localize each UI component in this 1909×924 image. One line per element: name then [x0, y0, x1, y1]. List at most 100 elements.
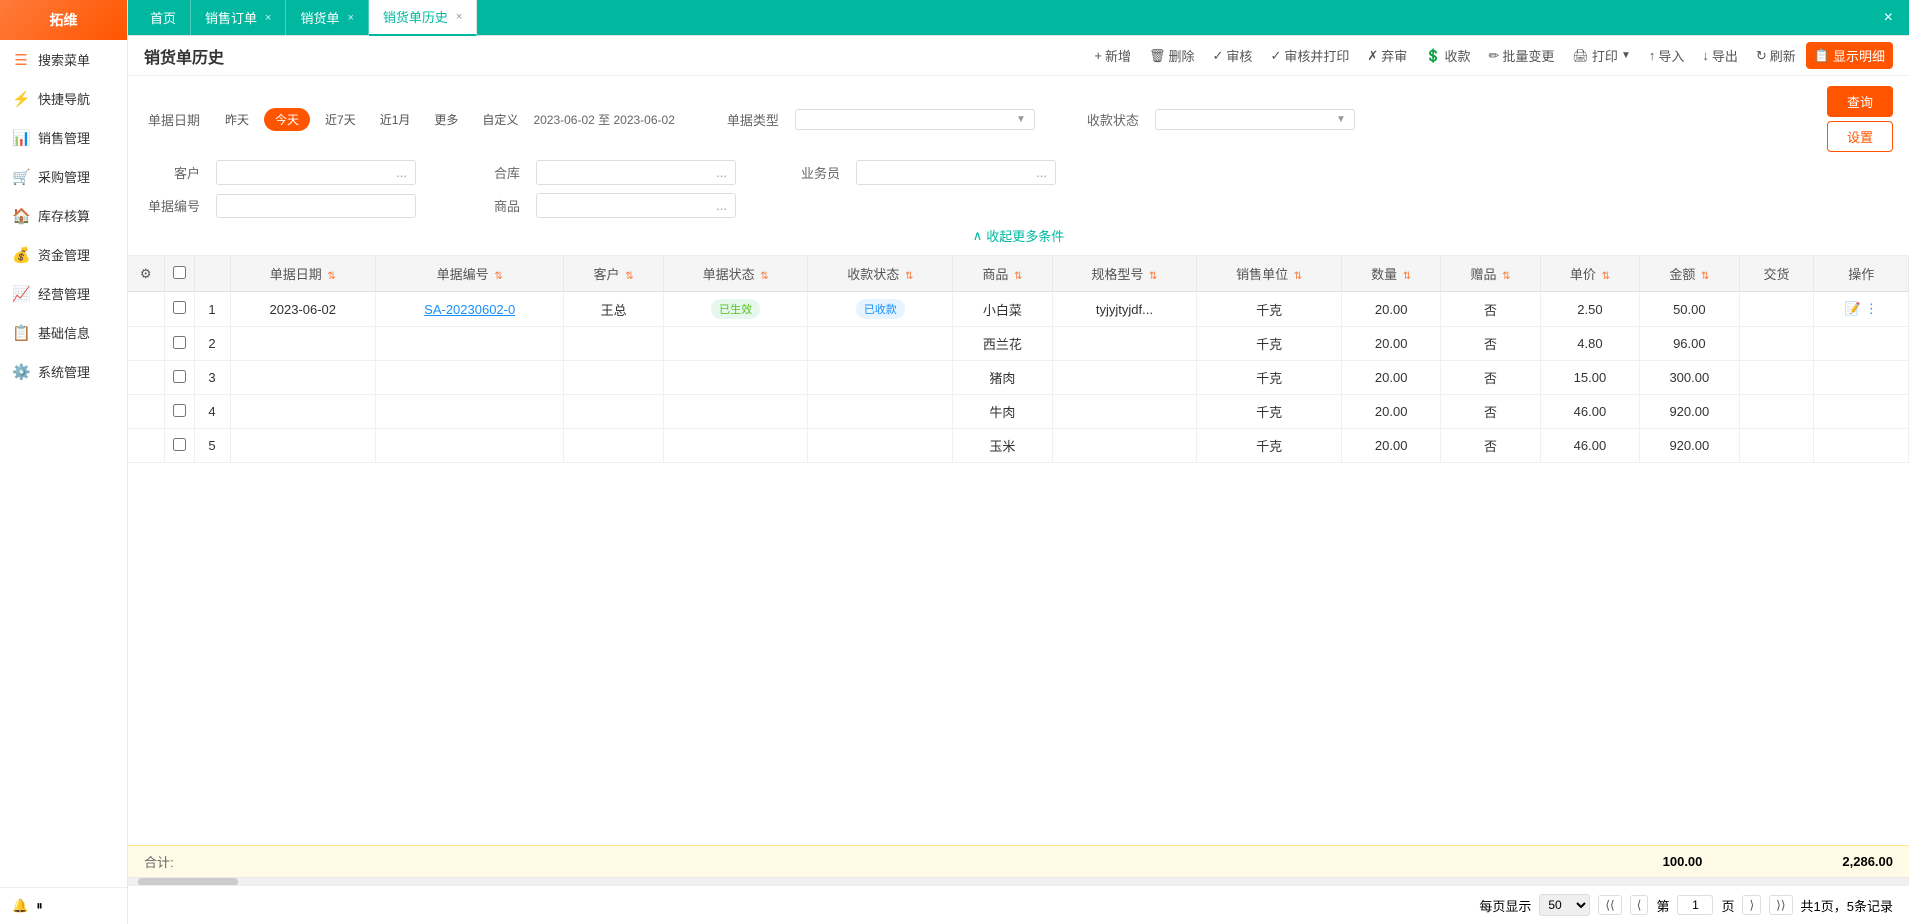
doc-type-select[interactable]: ▼ — [795, 109, 1035, 130]
row-check[interactable] — [164, 429, 194, 463]
col-qty[interactable]: 数量 ⇅ — [1341, 256, 1440, 292]
staff-dots[interactable]: ... — [1036, 165, 1047, 180]
date-btn-1month[interactable]: 近1月 — [371, 108, 420, 131]
import-button[interactable]: ↑ 导入 — [1641, 42, 1693, 69]
date-btn-more[interactable]: 更多 — [425, 108, 467, 131]
goods-input[interactable] — [545, 199, 712, 213]
summary-values: 100.00 2,286.00 — [963, 854, 1893, 869]
collapse-button[interactable]: ∧ 收起更多条件 — [973, 226, 1065, 245]
page-number-input[interactable] — [1677, 895, 1713, 915]
batch-change-button[interactable]: ✏ 批量变更 — [1480, 42, 1562, 69]
sidebar-item-quick-nav[interactable]: ⚡ 快捷导航 — [0, 79, 127, 118]
sidebar-item-base-info[interactable]: 📋 基础信息 — [0, 313, 127, 352]
tab-home[interactable]: 首页 — [136, 0, 191, 36]
tab-sales-history-close[interactable]: × — [456, 11, 462, 23]
col-doc-date[interactable]: 单据日期 ⇅ — [230, 256, 376, 292]
page-size-select[interactable]: 20 50 100 — [1539, 894, 1590, 916]
row-doc-no[interactable] — [376, 429, 564, 463]
tab-sales-delivery[interactable]: 销货单 × — [286, 0, 368, 36]
more-op-btn[interactable]: ⋮ — [1865, 301, 1878, 317]
row-operation — [1814, 327, 1909, 361]
sidebar-item-sales-mgmt[interactable]: 📊 销售管理 — [0, 118, 127, 157]
row-check[interactable] — [164, 361, 194, 395]
query-button[interactable]: 查询 — [1827, 86, 1893, 117]
col-unit-price[interactable]: 单价 ⇅ — [1540, 256, 1639, 292]
row-doc-no[interactable] — [376, 327, 564, 361]
col-spec[interactable]: 规格型号 ⇅ — [1052, 256, 1197, 292]
sidebar-item-sys-mgmt[interactable]: ⚙️ 系统管理 — [0, 352, 127, 391]
row-doc-no[interactable] — [376, 395, 564, 429]
audit-button[interactable]: ✓ 审核 — [1205, 42, 1261, 69]
sidebar-item-search-menu[interactable]: ☰ 搜索菜单 — [0, 40, 127, 79]
sidebar-item-inventory[interactable]: 🏠 库存核算 — [0, 196, 127, 235]
col-sales-unit[interactable]: 销售单位 ⇅ — [1197, 256, 1342, 292]
batch-change-label: 批量变更 — [1502, 46, 1554, 65]
print-button[interactable]: 🖨 打印 ▼ — [1564, 42, 1638, 69]
row-checkbox[interactable] — [173, 438, 186, 451]
horizontal-scrollbar[interactable] — [128, 877, 1909, 885]
row-checkbox[interactable] — [173, 336, 186, 349]
sidebar-item-finance[interactable]: 💰 资金管理 — [0, 235, 127, 274]
col-gear[interactable]: ⚙ — [128, 256, 164, 292]
customer-dots[interactable]: ... — [396, 165, 407, 180]
tab-sales-order[interactable]: 销售订单 × — [191, 0, 286, 36]
audit-print-button[interactable]: ✓ 审核并打印 — [1262, 42, 1357, 69]
customer-input[interactable] — [225, 166, 392, 180]
notification-icon[interactable]: 🔔 — [12, 898, 28, 914]
page-last-button[interactable]: ⟩⟩ — [1769, 895, 1792, 915]
doc-no-input[interactable] — [216, 194, 416, 218]
row-check[interactable] — [164, 395, 194, 429]
col-doc-status[interactable]: 单据状态 ⇅ — [663, 256, 808, 292]
date-btn-7days[interactable]: 近7天 — [316, 108, 365, 131]
col-customer[interactable]: 客户 ⇅ — [564, 256, 663, 292]
export-button[interactable]: ↓ 导出 — [1694, 42, 1746, 69]
page-first-button[interactable]: ⟨⟨ — [1598, 895, 1621, 915]
col-goods[interactable]: 商品 ⇅ — [953, 256, 1052, 292]
tab-sales-delivery-close[interactable]: × — [347, 12, 353, 24]
sidebar-item-purchase-mgmt[interactable]: 🛒 采购管理 — [0, 157, 127, 196]
goods-dots[interactable]: ... — [716, 198, 727, 213]
tab-sales-history[interactable]: 销货单历史 × — [369, 0, 477, 36]
date-btn-today[interactable]: 今天 — [264, 108, 310, 131]
page-prev-button[interactable]: ⟨ — [1630, 895, 1649, 915]
tab-sales-order-close[interactable]: × — [265, 12, 271, 24]
settings-button[interactable]: 设置 — [1827, 121, 1893, 152]
row-checkbox[interactable] — [173, 370, 186, 383]
import-icon: ↑ — [1649, 48, 1656, 63]
doc-no-link[interactable]: SA-20230602-0 — [424, 302, 515, 317]
warehouse-dots[interactable]: ... — [716, 165, 727, 180]
row-doc-no[interactable] — [376, 361, 564, 395]
row-checkbox[interactable] — [173, 404, 186, 417]
collect-status-select[interactable]: ▼ — [1155, 109, 1355, 130]
col-gift[interactable]: 赠品 ⇅ — [1441, 256, 1540, 292]
row-doc-status: 已生效 — [663, 292, 808, 327]
warehouse-input[interactable] — [545, 166, 712, 180]
date-btn-yesterday[interactable]: 昨天 — [216, 108, 258, 131]
page-next-button[interactable]: ⟩ — [1742, 895, 1761, 915]
collect-button[interactable]: 💲 收款 — [1417, 42, 1478, 69]
tab-sales-order-label: 销售订单 — [205, 8, 257, 27]
col-check[interactable] — [164, 256, 194, 292]
col-collect-status[interactable]: 收款状态 ⇅ — [808, 256, 953, 292]
col-amount[interactable]: 金额 ⇅ — [1640, 256, 1739, 292]
doc-type-label: 单据类型 — [723, 110, 779, 129]
tab-bar-close-all[interactable]: × — [1876, 9, 1901, 27]
row-doc-no[interactable]: SA-20230602-0 — [376, 292, 564, 327]
edit-op-btn[interactable]: 📝 — [1845, 301, 1861, 317]
row-check[interactable] — [164, 292, 194, 327]
new-button[interactable]: + 新增 — [1086, 42, 1139, 69]
pause-icon[interactable]: ⏸ — [36, 898, 43, 914]
show-detail-button[interactable]: 📋 显示明细 — [1806, 42, 1893, 69]
date-btn-custom[interactable]: 自定义 — [473, 108, 527, 131]
col-doc-no[interactable]: 单据编号 ⇅ — [376, 256, 564, 292]
row-check[interactable] — [164, 327, 194, 361]
table-row: 3 猪肉 千克 20.00 否 15.00 300.00 — [128, 361, 1909, 395]
refresh-button[interactable]: ↻ 刷新 — [1748, 42, 1804, 69]
select-all-checkbox[interactable] — [173, 266, 186, 279]
staff-input[interactable] — [865, 166, 1032, 180]
abandon-button[interactable]: ✗ 弃审 — [1359, 42, 1415, 69]
customer-sort-icon: ⇅ — [625, 271, 633, 282]
delete-button[interactable]: 🗑 删除 — [1141, 42, 1203, 69]
row-checkbox[interactable] — [173, 301, 186, 314]
sidebar-item-operations[interactable]: 📈 经营管理 — [0, 274, 127, 313]
